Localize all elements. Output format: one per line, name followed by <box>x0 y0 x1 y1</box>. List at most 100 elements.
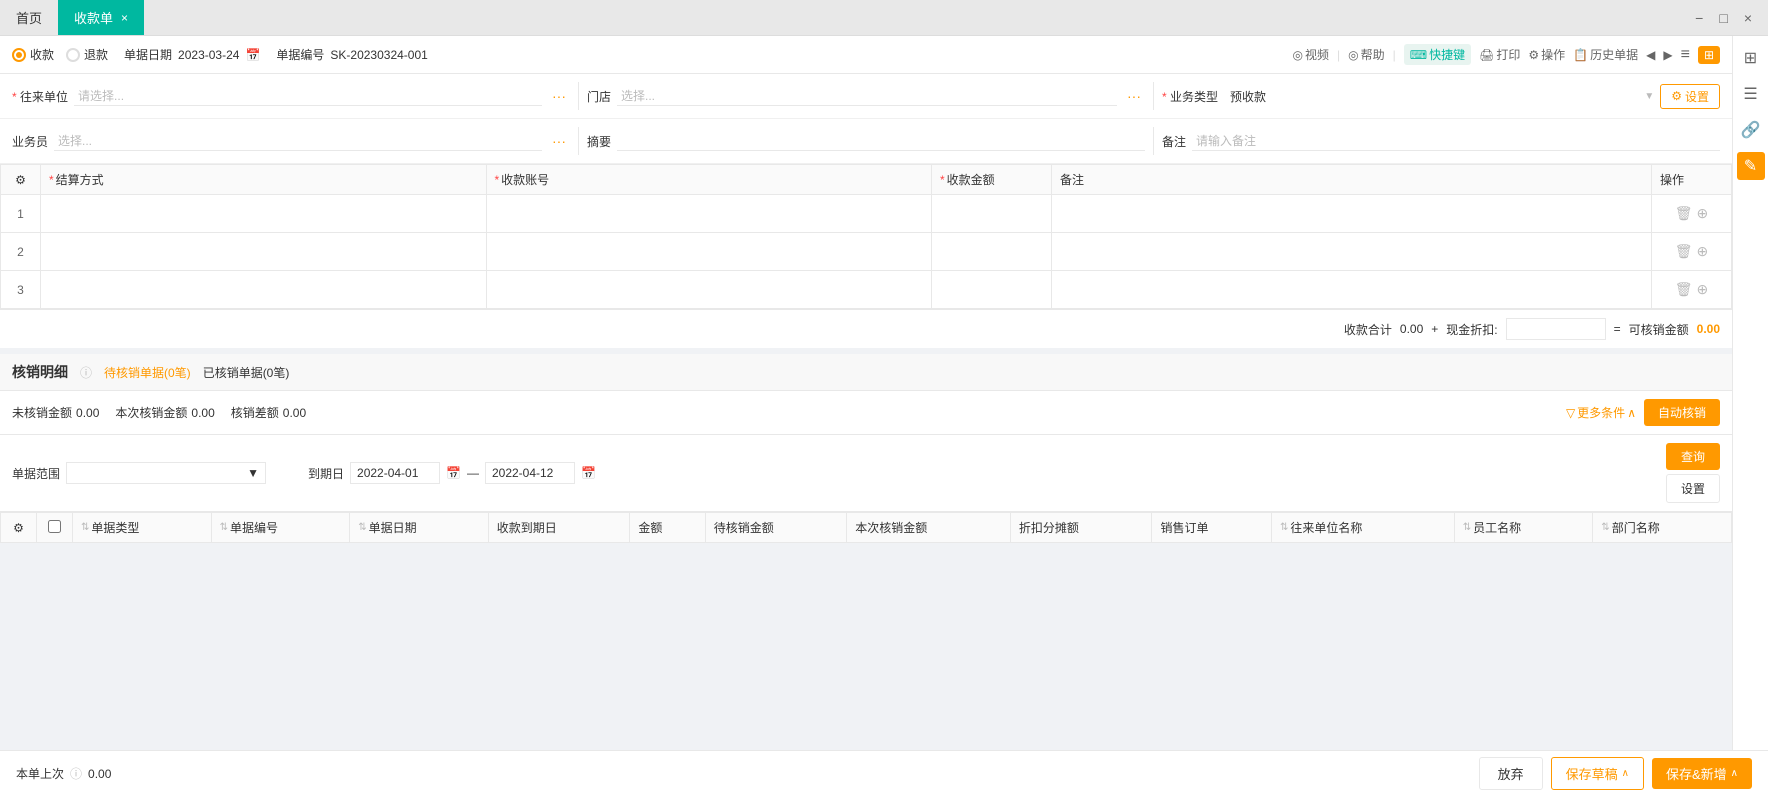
store-label: 门店 <box>587 88 611 105</box>
receipt-type-group: 收款 退款 <box>12 46 108 63</box>
sidebar-link-icon[interactable]: 🔗 <box>1737 116 1765 144</box>
number-label: 单据编号 <box>276 46 324 63</box>
minimize-button[interactable]: − <box>1691 10 1707 26</box>
done-tab[interactable]: 已核销单据(0笔) <box>203 364 290 381</box>
staff-input[interactable] <box>54 132 542 151</box>
calendar-to-icon[interactable]: 📅 <box>581 466 596 480</box>
row-settlement-2[interactable] <box>41 233 487 271</box>
save-draft-button[interactable]: 保存草稿 ∧ <box>1551 757 1644 790</box>
delete-icon-2[interactable]: 🗑 <box>1675 243 1693 260</box>
row-account-1[interactable] <box>486 195 932 233</box>
select-all-checkbox[interactable] <box>48 520 61 533</box>
sidebar-list-icon[interactable]: ☰ <box>1737 80 1765 108</box>
row-settlement-3[interactable] <box>41 271 487 309</box>
diff-value: 0.00 <box>283 406 306 420</box>
discard-button[interactable]: 放弃 <box>1479 757 1543 790</box>
store-more-button[interactable]: ··· <box>1123 88 1145 104</box>
store-input[interactable] <box>617 87 1117 106</box>
diff-label: 核销差额 <box>231 404 279 421</box>
calendar-icon[interactable]: 📅 <box>245 48 260 62</box>
range-select[interactable]: ▼ <box>66 462 266 484</box>
view-grid-button[interactable]: ⊞ <box>1698 46 1720 64</box>
summary-label: 摘要 <box>587 133 611 150</box>
calendar-from-icon[interactable]: 📅 <box>446 466 461 480</box>
col-gear[interactable]: ⚙ <box>1 165 41 195</box>
col-gear-bottom[interactable]: ⚙ <box>1 513 37 543</box>
pending-tab[interactable]: 待核销单据(0笔) <box>104 364 191 381</box>
col-dept-header: ⇅ 部门名称 <box>1593 513 1732 543</box>
settings-button[interactable]: ⚙ 设置 <box>1660 84 1720 109</box>
save-new-button[interactable]: 保存&新增 ∧ <box>1652 758 1752 789</box>
delete-icon-1[interactable]: 🗑 <box>1675 205 1693 222</box>
table-header: ⚙ * 结算方式 * 收款账号 <box>1 165 1732 195</box>
print-link[interactable]: 🖨 打印 <box>1479 46 1520 63</box>
query-button[interactable]: 查询 <box>1666 443 1720 470</box>
delete-icon-3[interactable]: 🗑 <box>1675 281 1693 298</box>
copy-icon-2[interactable]: ⊕ <box>1697 243 1709 260</box>
save-arrow-icon: ∧ <box>1731 768 1738 779</box>
tab-receipt[interactable]: 收款单 × <box>58 0 144 35</box>
number-field: 单据编号 SK-20230324-001 <box>276 46 427 63</box>
close-button[interactable]: × <box>1740 10 1756 26</box>
up-arrow-icon: ∧ <box>1627 406 1636 420</box>
sidebar-edit-icon[interactable]: ✎ <box>1737 152 1765 180</box>
remark-field: 备注 <box>1162 132 1720 151</box>
radio-refund[interactable]: 退款 <box>66 46 108 63</box>
info-icon-bottom[interactable]: ⓘ <box>70 765 82 782</box>
copy-icon-1[interactable]: ⊕ <box>1697 205 1709 222</box>
help-icon: ◎ <box>1348 48 1358 62</box>
reconcile-settings-button[interactable]: 设置 <box>1666 474 1720 503</box>
row-remark-1[interactable] <box>1052 195 1652 233</box>
operation-link[interactable]: ⚙ 操作 <box>1528 46 1565 63</box>
help-label: 帮助 <box>1361 46 1385 63</box>
col-checkbox[interactable] <box>37 513 73 543</box>
shortcut-link[interactable]: ⌨ 快捷键 <box>1404 44 1471 65</box>
tab-close-icon[interactable]: × <box>121 11 128 25</box>
counterpart-more-button[interactable]: ··· <box>548 88 570 104</box>
form-row-2: 业务员 ··· 摘要 备注 <box>0 119 1732 164</box>
row-amount-3[interactable] <box>932 271 1052 309</box>
tab-home[interactable]: 首页 <box>0 0 58 35</box>
row-remark-3[interactable] <box>1052 271 1652 309</box>
staff-more-button[interactable]: ··· <box>548 133 570 149</box>
staff-field: 业务员 ··· <box>12 132 570 151</box>
row-account-2[interactable] <box>486 233 932 271</box>
radio-receipt[interactable]: 收款 <box>12 46 54 63</box>
nav-next-button[interactable]: ▶ <box>1663 48 1672 62</box>
row-amount-1[interactable] <box>932 195 1052 233</box>
row-settlement-1[interactable] <box>41 195 487 233</box>
view-list-button[interactable]: ≡ <box>1681 46 1690 64</box>
bottom-table-wrapper: ⚙ ⇅ 单据类型 ⇅ 单据编号 <box>0 512 1732 543</box>
row-remark-2[interactable] <box>1052 233 1652 271</box>
history-link[interactable]: 📋 历史单据 <box>1573 46 1638 63</box>
receipt-table: ⚙ * 结算方式 * 收款账号 <box>0 164 1732 309</box>
more-conditions-link[interactable]: ▽ 更多条件 ∧ <box>1566 404 1636 421</box>
prev-order-label: 本单上次 <box>16 765 64 782</box>
row-amount-2[interactable] <box>932 233 1052 271</box>
tab-bar: 首页 收款单 × − □ × <box>0 0 1768 36</box>
date-to-input[interactable] <box>485 462 575 484</box>
video-link[interactable]: ◎ 视频 <box>1293 46 1330 63</box>
prev-order-value: 0.00 <box>88 767 111 781</box>
shortcut-icon: ⌨ <box>1410 48 1427 62</box>
row-account-3[interactable] <box>486 271 932 309</box>
toolbar-right: ◎ 视频 | ◎ 帮助 | ⌨ 快捷键 🖨 打印 ⚙ 操作 📋 历史单据 ◀ ▶… <box>1293 44 1720 65</box>
counterpart-input[interactable] <box>74 87 542 106</box>
maximize-button[interactable]: □ <box>1715 10 1731 26</box>
row-num-1: 1 <box>1 195 41 233</box>
help-link[interactable]: ◎ 帮助 <box>1348 46 1385 63</box>
discount-input[interactable] <box>1506 318 1606 340</box>
info-icon[interactable]: ⓘ <box>80 364 92 381</box>
business-type-arrow-icon[interactable]: ▼ <box>1644 91 1654 102</box>
summary-input[interactable] <box>617 132 1145 151</box>
gear-icon[interactable]: ⚙ <box>15 173 26 187</box>
gear-icon-bottom[interactable]: ⚙ <box>13 521 24 535</box>
copy-icon-3[interactable]: ⊕ <box>1697 281 1709 298</box>
nav-prev-button[interactable]: ◀ <box>1646 48 1655 62</box>
more-conditions-label: 更多条件 <box>1577 404 1625 421</box>
remark-input[interactable] <box>1192 132 1720 151</box>
date-from-input[interactable] <box>350 462 440 484</box>
auto-reconcile-button[interactable]: 自动核销 <box>1644 399 1720 426</box>
sidebar-table-icon[interactable]: ⊞ <box>1737 44 1765 72</box>
gear-icon: ⚙ <box>1671 89 1682 103</box>
